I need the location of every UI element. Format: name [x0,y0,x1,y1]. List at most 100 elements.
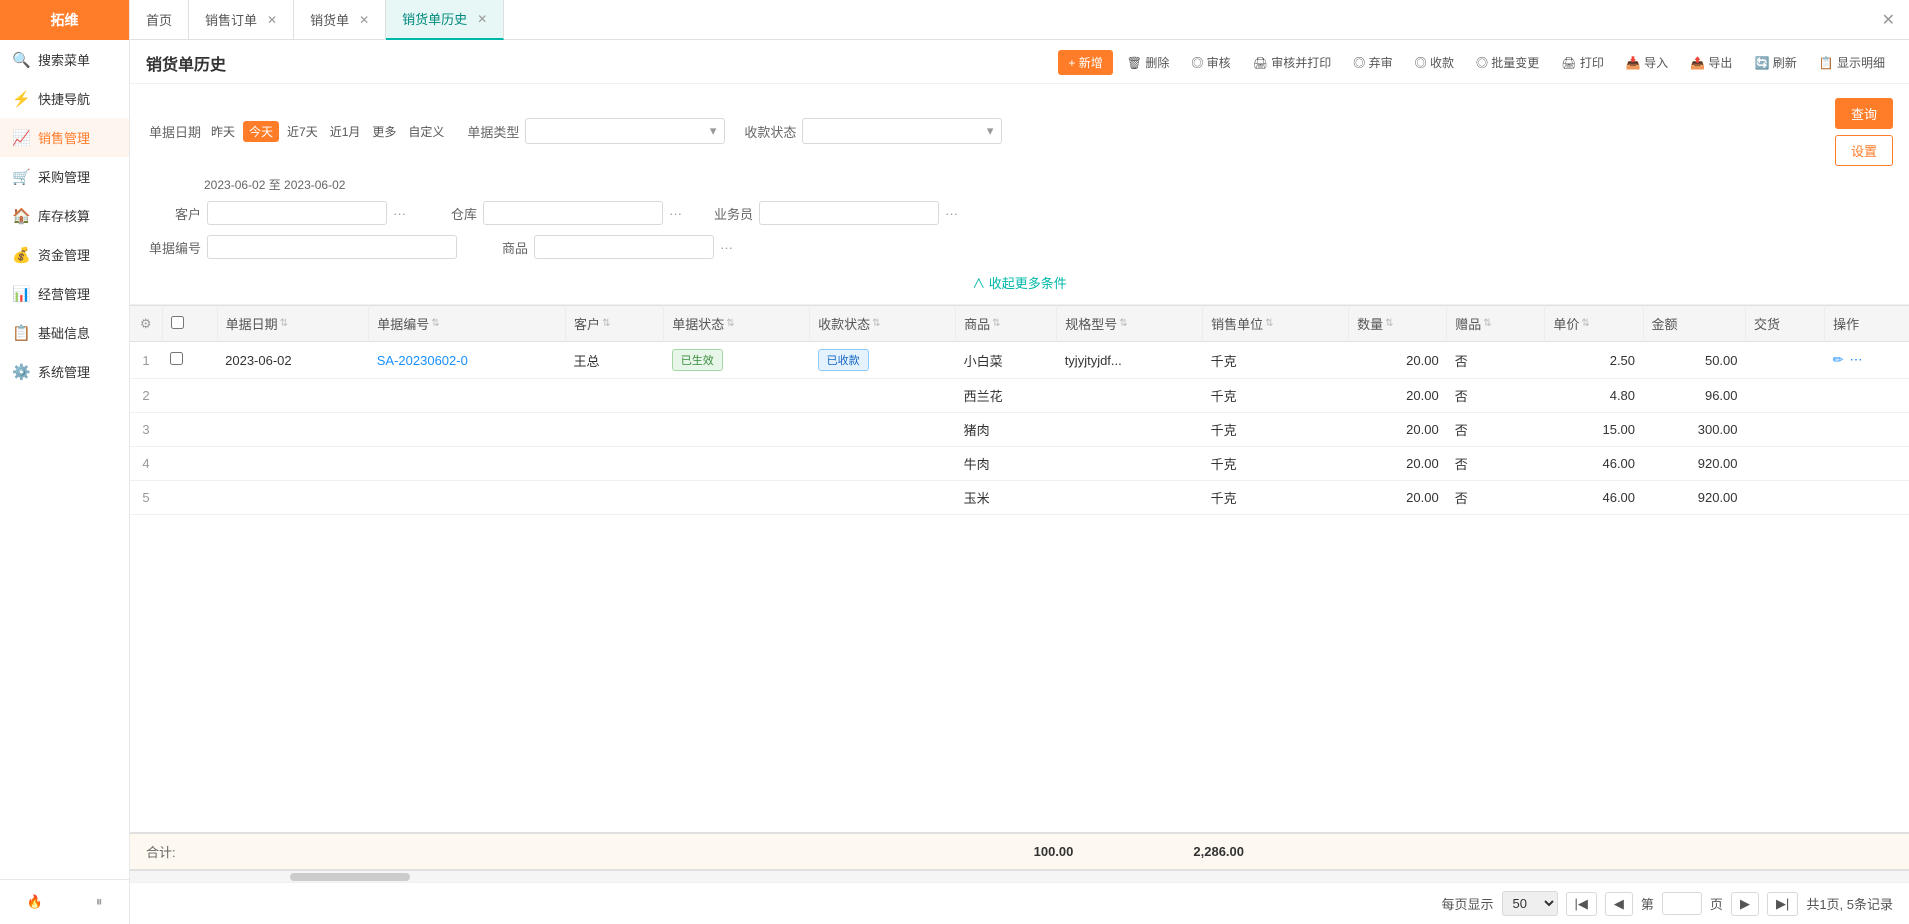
doc-status-badge: 已生效 [672,349,723,371]
th-gift-label: 赠品 [1455,314,1481,333]
show-details-button[interactable]: 📋 显示明细 [1811,50,1893,75]
th-doc-date[interactable]: 单据日期 ⇅ [217,306,369,342]
sidebar-item-inventory[interactable]: 🏠 库存核算 [0,196,129,235]
th-sales-unit[interactable]: 销售单位 ⇅ [1203,306,1349,342]
date-today[interactable]: 今天 [243,121,279,142]
cell-customer [566,379,664,413]
customer-input[interactable] [207,201,387,225]
th-amount[interactable]: 金额 [1643,306,1745,342]
tab-sales-history-close[interactable]: ✕ [477,12,487,26]
th-gear[interactable]: ⚙ [130,306,162,342]
import-button[interactable]: 📥 导入 [1618,50,1676,75]
cell-checkbox[interactable] [162,481,217,515]
customer-picker-icon[interactable]: ··· [393,206,406,221]
sidebar-item-operations[interactable]: 📊 经营管理 [0,274,129,313]
tab-sales-goods[interactable]: 销货单 ✕ [294,0,386,40]
audit-button[interactable]: ◎ 审核 [1183,50,1238,75]
date-7days[interactable]: 近7天 [283,121,322,142]
scrollbar-thumb[interactable] [290,873,410,881]
th-doc-no[interactable]: 单据编号 ⇅ [369,306,566,342]
tab-home[interactable]: 首页 [130,0,189,40]
page-last-btn[interactable]: ▶| [1767,892,1798,916]
filter-row-3: 单据编号 商品 ··· [146,235,1893,259]
filter-collapse-btn[interactable]: ∧ 收起更多条件 [146,269,1893,296]
new-button[interactable]: + 新增 [1058,50,1112,75]
batch-change-button[interactable]: ◎ 批量变更 [1468,50,1547,75]
th-customer[interactable]: 客户 ⇅ [566,306,664,342]
print-button[interactable]: 🖨 打印 [1553,50,1612,75]
sidebar-item-finance[interactable]: 💰 资金管理 [0,235,129,274]
cell-doc-status [664,447,810,481]
tabs-close-all-btn[interactable]: ✕ [1868,10,1909,30]
page-prev-btn[interactable]: ◀ [1605,892,1633,916]
doc-no-input[interactable] [207,235,457,259]
th-goods[interactable]: 商品 ⇅ [956,306,1057,342]
th-quantity[interactable]: 数量 ⇅ [1349,306,1447,342]
th-spec-type[interactable]: 规格型号 ⇅ [1057,306,1203,342]
th-checkbox[interactable] [162,306,217,342]
sidebar-item-label: 销售管理 [38,128,90,147]
sidebar-item-basic-info[interactable]: 📋 基础信息 [0,313,129,352]
sidebar-item-purchase-mgmt[interactable]: 🛒 采购管理 [0,157,129,196]
sidebar-item-search-menu[interactable]: 🔍 搜索菜单 [0,40,129,79]
staff-picker-icon[interactable]: ··· [945,206,958,221]
tab-sales-history[interactable]: 销货单历史 ✕ [386,0,504,40]
page-first-btn[interactable]: |◀ [1566,892,1597,916]
cell-checkbox[interactable] [162,342,217,379]
cell-sales-unit: 千克 [1203,379,1349,413]
total-amount: 2,286.00 [1193,844,1244,859]
query-button[interactable]: 查询 [1835,98,1893,129]
per-page-select[interactable]: 50 100 200 [1502,891,1558,916]
sidebar-item-sales-mgmt[interactable]: 📈 销售管理 [0,118,129,157]
more-action-btn[interactable]: ⋯ [1849,352,1862,367]
edit-action-btn[interactable]: ✏ [1833,352,1844,367]
row-checkbox[interactable] [170,352,183,365]
sidebar-fire-btn[interactable]: 🔥 [21,888,49,916]
doc-type-select[interactable]: ▾ [525,118,725,144]
cell-checkbox[interactable] [162,447,217,481]
settings-button[interactable]: 设置 [1835,135,1893,166]
sort-payment-status-icon: ⇅ [872,318,880,329]
sidebar-pause-btn[interactable]: ⏸ [90,888,109,916]
staff-input[interactable] [759,201,939,225]
export-button[interactable]: 📤 导出 [1682,50,1740,75]
sort-spec-type-icon: ⇅ [1119,318,1127,329]
refresh-button[interactable]: 🔄 刷新 [1746,50,1804,75]
th-payment-status[interactable]: 收款状态 ⇅ [810,306,956,342]
collect-button[interactable]: ◎ 收款 [1407,50,1462,75]
total-info: 共1页, 5条记录 [1806,894,1893,913]
abandon-button[interactable]: ◎ 弃审 [1345,50,1400,75]
select-all-checkbox[interactable] [171,316,184,329]
sidebar-item-quick-nav[interactable]: ⚡ 快捷导航 [0,79,129,118]
th-unit-price[interactable]: 单价 ⇅ [1545,306,1643,342]
date-1month[interactable]: 近1月 [326,121,365,142]
doc-no-link[interactable]: SA-20230602-0 [377,353,468,368]
page-number-input[interactable]: 1 [1662,892,1702,915]
warehouse-picker-icon[interactable]: ··· [669,206,682,221]
payment-status-select[interactable]: ▾ [802,118,1002,144]
cell-checkbox[interactable] [162,413,217,447]
date-more[interactable]: 更多 [368,121,400,142]
th-doc-status[interactable]: 单据状态 ⇅ [664,306,810,342]
cell-gift: 否 [1447,447,1545,481]
delete-button[interactable]: 🗑 删除 [1119,50,1178,75]
sidebar-item-system-mgmt[interactable]: ⚙️ 系统管理 [0,352,129,391]
warehouse-input[interactable] [483,201,663,225]
finance-icon: 💰 [12,246,30,264]
table-row: 5玉米千克20.00否46.00920.00 [130,481,1909,515]
audit-print-button[interactable]: 🖨 审核并打印 [1245,50,1340,75]
date-custom[interactable]: 自定义 [404,121,448,142]
cell-row-num: 1 [130,342,162,379]
tab-sales-order[interactable]: 销售订单 ✕ [189,0,294,40]
horizontal-scrollbar[interactable] [130,870,1909,882]
tab-sales-goods-close[interactable]: ✕ [359,13,369,27]
page-next-btn[interactable]: ▶ [1731,892,1759,916]
goods-input[interactable] [534,235,714,259]
cell-gift: 否 [1447,481,1545,515]
th-gift[interactable]: 赠品 ⇅ [1447,306,1545,342]
tab-sales-order-close[interactable]: ✕ [267,13,277,27]
cell-payment-status [810,379,956,413]
date-yesterday[interactable]: 昨天 [207,121,239,142]
goods-picker-icon[interactable]: ··· [720,240,733,255]
cell-checkbox[interactable] [162,379,217,413]
